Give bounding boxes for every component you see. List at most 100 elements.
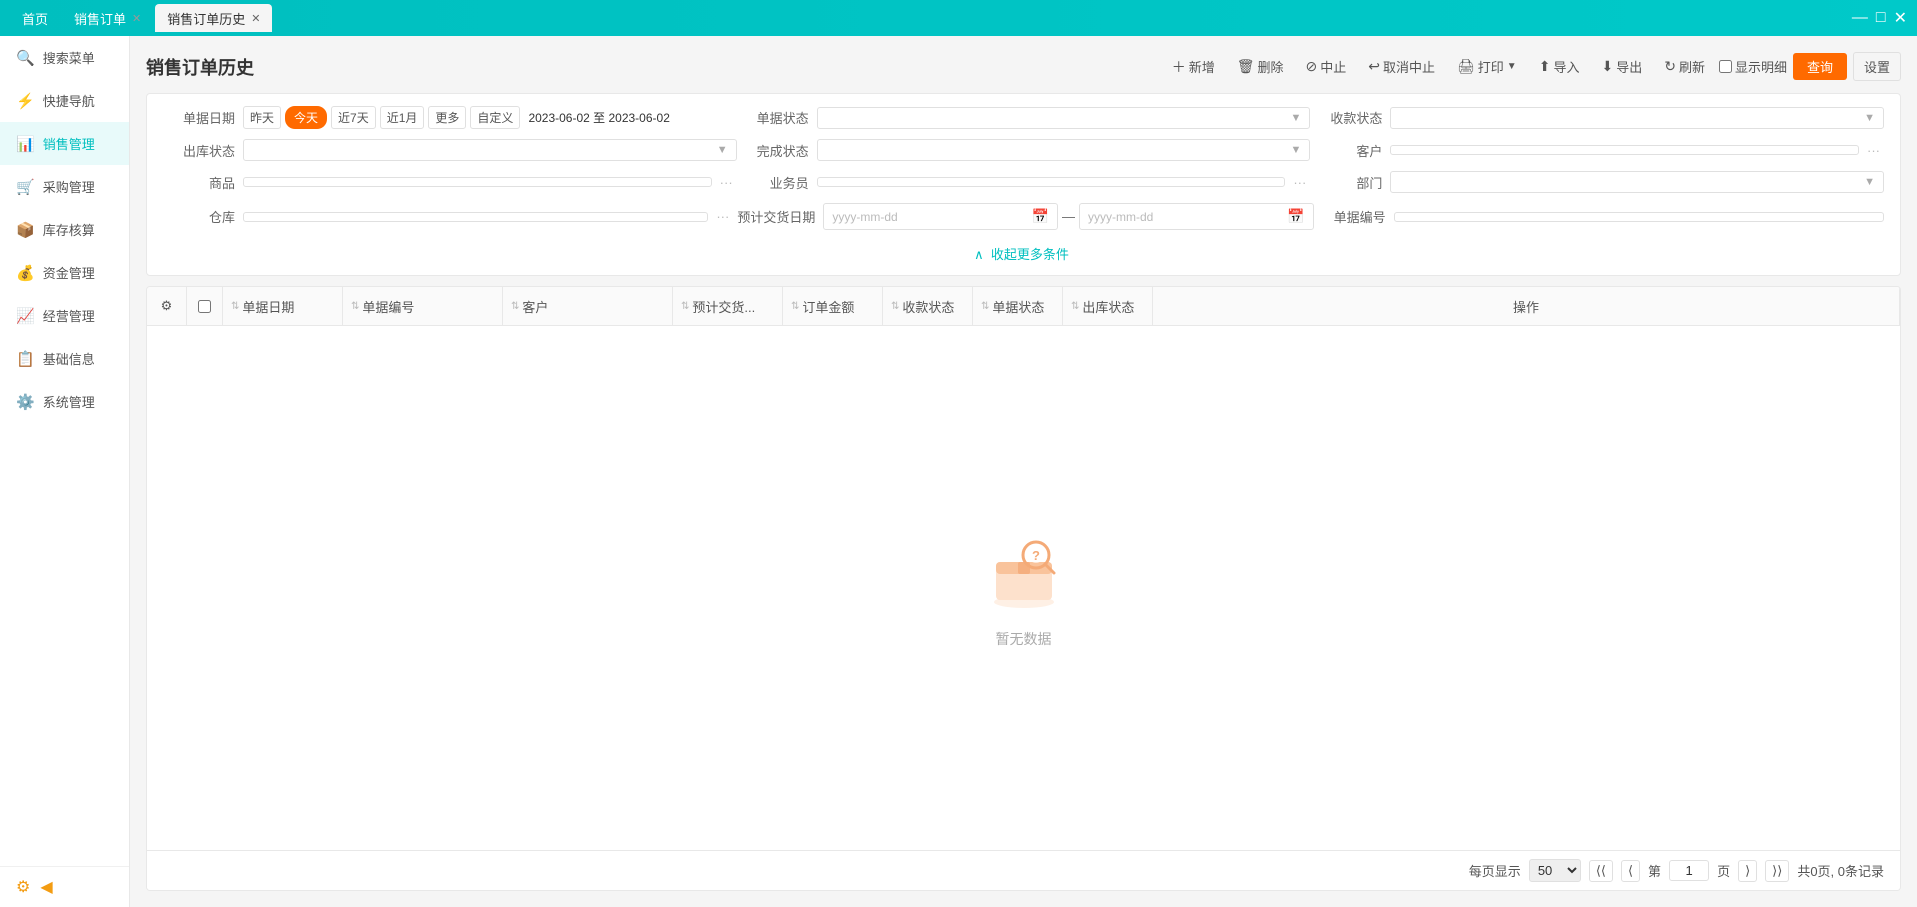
sort-delivery-icon: ⇅ xyxy=(681,301,689,312)
settings-icon[interactable]: ⚙ xyxy=(161,298,173,314)
dept-select[interactable]: ▼ xyxy=(1390,171,1884,193)
date-btn-more[interactable]: 更多 xyxy=(428,106,466,129)
order-num-control xyxy=(1394,212,1884,222)
th-delivery[interactable]: ⇅ 预计交货... xyxy=(673,287,783,325)
sidebar-item-purchase-mgmt[interactable]: 🛒 采购管理 xyxy=(0,165,129,208)
dept-control: ▼ xyxy=(1390,171,1884,193)
select-all-checkbox[interactable] xyxy=(198,300,211,313)
product-input[interactable] xyxy=(243,177,712,187)
sidebar-item-ops-mgmt[interactable]: 📈 经营管理 xyxy=(0,294,129,337)
export-button[interactable]: ⬇ 导出 xyxy=(1593,53,1650,80)
sales-mgmt-icon: 📊 xyxy=(16,135,35,153)
close-window-icon[interactable]: ✕ xyxy=(1894,8,1907,28)
tab-sales-order-history-close[interactable]: ✕ xyxy=(251,12,260,25)
table-container: ⚙ ⇅ 单据日期 ⇅ 单据编号 ⇅ 客户 ⇅ xyxy=(146,286,1901,891)
complete-status-select[interactable]: ▼ xyxy=(817,139,1311,161)
minimize-icon[interactable]: — xyxy=(1852,9,1868,27)
pagination: 每页显示 50 10 20 100 ⟨⟨ ⟨ 第 页 ⟩ ⟩⟩ 共0页, 0条记… xyxy=(147,850,1900,890)
sidebar-item-finance-mgmt[interactable]: 💰 资金管理 xyxy=(0,251,129,294)
th-payment[interactable]: ⇅ 收款状态 xyxy=(883,287,973,325)
th-num[interactable]: ⇅ 单据编号 xyxy=(343,287,503,325)
sort-warehouse-icon: ⇅ xyxy=(1071,301,1079,312)
payment-status-select[interactable]: ▼ xyxy=(1390,107,1884,129)
warehouse-status-chevron: ▼ xyxy=(717,144,728,156)
tab-sales-order-history[interactable]: 销售订单历史 ✕ xyxy=(155,4,272,32)
query-button[interactable]: 查询 xyxy=(1793,53,1847,80)
th-check[interactable] xyxy=(187,287,223,325)
sidebar-item-base-info[interactable]: 📋 基础信息 xyxy=(0,337,129,380)
per-page-label: 每页显示 xyxy=(1469,861,1521,880)
th-settings[interactable]: ⚙ xyxy=(147,287,187,325)
sort-amount-icon: ⇅ xyxy=(791,301,799,312)
sidebar-item-sys-mgmt[interactable]: ⚙️ 系统管理 xyxy=(0,380,129,423)
tab-sales-order[interactable]: 销售订单 ✕ xyxy=(62,4,153,32)
th-amount[interactable]: ⇅ 订单金额 xyxy=(783,287,883,325)
salesperson-input[interactable] xyxy=(817,177,1286,187)
next-page-button[interactable]: ⟩ xyxy=(1738,860,1757,882)
date-btn-custom[interactable]: 自定义 xyxy=(470,106,520,129)
sidebar-item-search-menu[interactable]: 🔍 搜索菜单 xyxy=(0,36,129,79)
date-btn-yesterday[interactable]: 昨天 xyxy=(243,106,281,129)
customer-dots[interactable]: ··· xyxy=(1863,143,1884,158)
complete-status-control: ▼ xyxy=(817,139,1311,161)
search-menu-icon: 🔍 xyxy=(16,49,35,67)
refresh-button[interactable]: ↻ 刷新 xyxy=(1656,53,1713,80)
expected-date-from[interactable]: yyyy-mm-dd 📅 xyxy=(823,203,1058,230)
print-button[interactable]: 🖨 打印 ▼ xyxy=(1449,53,1525,80)
add-button[interactable]: ＋ 新增 xyxy=(1164,53,1223,81)
date-btn-1month[interactable]: 近1月 xyxy=(380,106,425,129)
collapse-label: 收起更多条件 xyxy=(991,247,1069,262)
sidebar-item-finance-label: 资金管理 xyxy=(43,263,95,282)
first-page-button[interactable]: ⟨⟨ xyxy=(1589,860,1613,882)
sidebar-settings-icon[interactable]: ⚙ xyxy=(16,877,30,897)
warehouse-input[interactable] xyxy=(243,212,708,222)
stop-button[interactable]: ⊘ 中止 xyxy=(1298,53,1355,80)
settings-button[interactable]: 设置 xyxy=(1853,52,1901,81)
cancel-stop-button[interactable]: ↩ 取消中止 xyxy=(1360,53,1443,80)
order-num-input[interactable] xyxy=(1394,212,1884,222)
tab-sales-order-close[interactable]: ✕ xyxy=(132,12,141,25)
date-to-icon[interactable]: 📅 xyxy=(1287,208,1304,225)
window-controls: — □ ✕ xyxy=(1852,8,1907,28)
filter-row-1: 单据日期 昨天 今天 近7天 近1月 更多 自定义 2023-06-02 至 2… xyxy=(163,106,1884,129)
sidebar-item-inventory-check[interactable]: 📦 库存核算 xyxy=(0,208,129,251)
table-header: ⚙ ⇅ 单据日期 ⇅ 单据编号 ⇅ 客户 ⇅ xyxy=(147,287,1900,326)
display-details-input[interactable] xyxy=(1719,60,1732,73)
import-icon: ⬆ xyxy=(1539,58,1551,75)
last-page-button[interactable]: ⟩⟩ xyxy=(1765,860,1789,882)
expected-date-to[interactable]: yyyy-mm-dd 📅 xyxy=(1079,203,1314,230)
sidebar-item-quick-nav[interactable]: ⚡ 快捷导航 xyxy=(0,79,129,122)
page-number-input[interactable] xyxy=(1669,860,1709,881)
base-info-icon: 📋 xyxy=(16,350,35,368)
date-btn-today[interactable]: 今天 xyxy=(285,106,327,129)
delete-button[interactable]: 🗑 删除 xyxy=(1229,53,1292,80)
th-customer[interactable]: ⇅ 客户 xyxy=(503,287,673,325)
page-title: 销售订单历史 xyxy=(146,54,254,80)
date-from-icon[interactable]: 📅 xyxy=(1032,208,1049,225)
th-warehouse[interactable]: ⇅ 出库状态 xyxy=(1063,287,1153,325)
tab-home[interactable]: 首页 xyxy=(10,4,60,32)
salesperson-dots[interactable]: ··· xyxy=(1289,175,1310,190)
maximize-icon[interactable]: □ xyxy=(1876,9,1886,27)
no-data-illustration: ? xyxy=(974,527,1074,617)
filter-row-4: 仓库 ··· 预计交货日期 yyyy-mm-dd 📅 — yyyy-mm-dd … xyxy=(163,203,1884,230)
page-header: 销售订单历史 ＋ 新增 🗑 删除 ⊘ 中止 ↩ 取消中止 xyxy=(146,52,1901,81)
import-button[interactable]: ⬆ 导入 xyxy=(1531,53,1588,80)
th-status[interactable]: ⇅ 单据状态 xyxy=(973,287,1063,325)
warehouse-status-select[interactable]: ▼ xyxy=(243,139,737,161)
finance-icon: 💰 xyxy=(16,264,35,282)
customer-input[interactable] xyxy=(1390,145,1859,155)
display-details-checkbox[interactable]: 显示明细 xyxy=(1719,57,1787,76)
th-date[interactable]: ⇅ 单据日期 xyxy=(223,287,343,325)
tab-sales-order-history-label: 销售订单历史 xyxy=(167,9,245,28)
per-page-select[interactable]: 50 10 20 100 xyxy=(1529,859,1581,882)
collapse-row[interactable]: ∧ 收起更多条件 xyxy=(163,240,1884,263)
prev-page-button[interactable]: ⟨ xyxy=(1621,860,1640,882)
date-btn-7days[interactable]: 近7天 xyxy=(331,106,376,129)
product-dots[interactable]: ··· xyxy=(716,175,737,190)
sidebar-collapse-icon[interactable]: ◀ xyxy=(40,877,52,897)
order-status-select[interactable]: ▼ xyxy=(817,107,1311,129)
sidebar-item-sales-mgmt[interactable]: 📊 销售管理 xyxy=(0,122,129,165)
warehouse-dots[interactable]: ··· xyxy=(712,209,733,224)
content-area: 销售订单历史 ＋ 新增 🗑 删除 ⊘ 中止 ↩ 取消中止 xyxy=(130,36,1917,907)
